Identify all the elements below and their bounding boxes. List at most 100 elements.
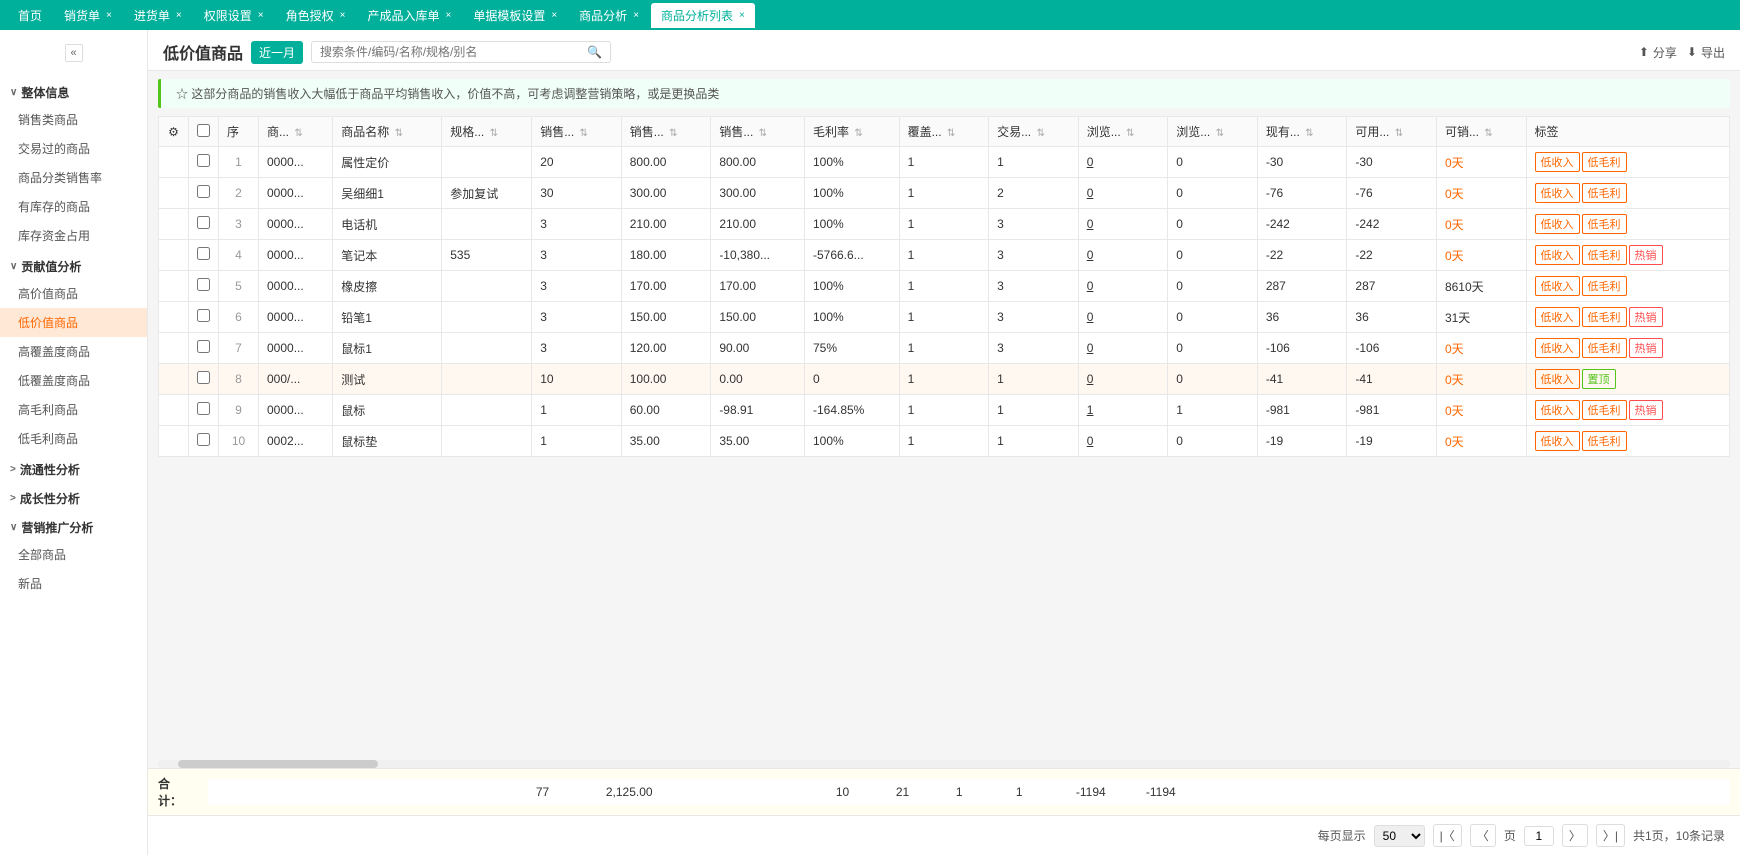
row-checkbox[interactable] [197, 278, 210, 291]
browse-value[interactable]: 0 [1087, 434, 1094, 448]
row-checkbox[interactable] [197, 402, 210, 415]
horizontal-scrollbar[interactable] [158, 760, 1730, 768]
nav-template[interactable]: 单据模板设置 × [463, 3, 567, 28]
th-sales3[interactable]: 销售... ⇅ [711, 117, 805, 147]
search-icon[interactable]: 🔍 [587, 45, 602, 59]
browse-value[interactable]: 0 [1087, 310, 1094, 324]
sidebar-item-stock-funds[interactable]: 库存资金占用 [0, 221, 147, 250]
th-stock[interactable]: 现有... ⇅ [1257, 117, 1347, 147]
export-button[interactable]: ⬇ 导出 [1687, 44, 1725, 61]
nav-purchase[interactable]: 进货单 × [124, 3, 192, 28]
sidebar-item-category-rate[interactable]: 商品分类销售率 [0, 163, 147, 192]
th-browse2[interactable]: 浏览... ⇅ [1168, 117, 1258, 147]
search-box: 🔍 [311, 41, 611, 63]
close-icon[interactable]: × [176, 10, 182, 21]
browse-value[interactable]: 0 [1087, 155, 1094, 169]
close-icon[interactable]: × [445, 10, 451, 21]
th-sales2[interactable]: 销售... ⇅ [621, 117, 711, 147]
close-icon[interactable]: × [739, 10, 745, 21]
sidebar-item-stock-products[interactable]: 有库存的商品 [0, 192, 147, 221]
select-all-checkbox[interactable] [197, 124, 210, 137]
filter-recent-month[interactable]: 近一月 [251, 41, 303, 64]
browse-value[interactable]: 0 [1087, 372, 1094, 386]
td-sales3: -10,380... [711, 240, 805, 271]
th-sales1[interactable]: 销售... ⇅ [532, 117, 622, 147]
sidebar-section-contribution[interactable]: ∨ 贡献值分析 [0, 250, 147, 279]
collapse-button[interactable]: « [65, 44, 83, 62]
th-code[interactable]: 商... ⇅ [259, 117, 333, 147]
page-number-input[interactable] [1524, 826, 1554, 846]
sidebar-item-low-value[interactable]: 低价值商品 [0, 308, 147, 337]
sidebar-item-sales-products[interactable]: 销售类商品 [0, 105, 147, 134]
product-tag: 低收入 [1535, 276, 1580, 296]
th-profit[interactable]: 毛利率 ⇅ [804, 117, 899, 147]
sidebar-item-all-products[interactable]: 全部商品 [0, 540, 147, 569]
row-checkbox[interactable] [197, 216, 210, 229]
td-sales3: 800.00 [711, 147, 805, 178]
nav-sales[interactable]: 销货单 × [54, 3, 122, 28]
sidebar-section-flow[interactable]: > 流通性分析 [0, 453, 147, 482]
sidebar-item-traded-products[interactable]: 交易过的商品 [0, 134, 147, 163]
td-browse1: 0 [1078, 426, 1168, 457]
next-page-button[interactable]: 〉 [1562, 824, 1588, 847]
prev-page-button[interactable]: 〈 [1470, 824, 1496, 847]
row-checkbox[interactable] [197, 247, 210, 260]
row-checkbox[interactable] [197, 309, 210, 322]
row-checkbox[interactable] [197, 371, 210, 384]
row-checkbox[interactable] [197, 433, 210, 446]
search-input[interactable] [320, 45, 583, 59]
browse-value[interactable]: 0 [1087, 341, 1094, 355]
sidebar-item-high-value[interactable]: 高价值商品 [0, 279, 147, 308]
sidebar-item-new-products[interactable]: 新品 [0, 569, 147, 598]
sidebar-section-growth[interactable]: > 成长性分析 [0, 482, 147, 511]
td-tags: 低收入低毛利 [1526, 209, 1729, 240]
browse-value[interactable]: 0 [1087, 186, 1094, 200]
td-num: 4 [219, 240, 259, 271]
page-size-select[interactable]: 50 20 100 [1374, 825, 1425, 847]
th-trade[interactable]: 交易... ⇅ [989, 117, 1079, 147]
last-page-button[interactable]: 〉| [1596, 824, 1625, 847]
nav-permission[interactable]: 权限设置 × [194, 3, 274, 28]
nav-product-in[interactable]: 产成品入库单 × [357, 3, 461, 28]
row-checkbox[interactable] [197, 185, 210, 198]
close-icon[interactable]: × [258, 10, 264, 21]
close-icon[interactable]: × [106, 10, 112, 21]
nav-analysis-list[interactable]: 商品分析列表 × [651, 3, 755, 28]
nav-product-analysis[interactable]: 商品分析 × [569, 3, 649, 28]
sidebar-item-low-coverage[interactable]: 低覆盖度商品 [0, 366, 147, 395]
nav-home[interactable]: 首页 [8, 3, 52, 28]
browse-value[interactable]: 0 [1087, 217, 1094, 231]
share-button[interactable]: ⬆ 分享 [1639, 44, 1677, 61]
td-browse1: 0 [1078, 209, 1168, 240]
close-icon[interactable]: × [551, 10, 557, 21]
sidebar-section-marketing[interactable]: ∨ 营销推广分析 [0, 511, 147, 540]
scrollbar-thumb[interactable] [178, 760, 378, 768]
th-checkbox [189, 117, 219, 147]
th-browse1[interactable]: 浏览... ⇅ [1078, 117, 1168, 147]
sidebar-section-overall[interactable]: ∨ 整体信息 [0, 76, 147, 105]
row-checkbox[interactable] [197, 340, 210, 353]
browse-value[interactable]: 0 [1087, 248, 1094, 262]
th-name[interactable]: 商品名称 ⇅ [333, 117, 442, 147]
th-coverage[interactable]: 覆盖... ⇅ [899, 117, 989, 147]
td-coverage: 1 [899, 271, 989, 302]
th-sellable[interactable]: 可销... ⇅ [1436, 117, 1526, 147]
th-gear[interactable]: ⚙ [159, 117, 189, 147]
td-name: 笔记本 [333, 240, 442, 271]
product-tag: 低毛利 [1582, 183, 1627, 203]
td-code: 0000... [259, 395, 333, 426]
th-spec[interactable]: 规格... ⇅ [442, 117, 532, 147]
product-tag: 热销 [1629, 338, 1663, 358]
nav-role[interactable]: 角色授权 × [276, 3, 356, 28]
browse-value[interactable]: 1 [1087, 403, 1094, 417]
browse-value[interactable]: 0 [1087, 279, 1094, 293]
row-checkbox[interactable] [197, 154, 210, 167]
th-avail[interactable]: 可用... ⇅ [1347, 117, 1437, 147]
close-icon[interactable]: × [340, 10, 346, 21]
first-page-button[interactable]: |〈 [1433, 824, 1462, 847]
td-name: 吴细细1 [333, 178, 442, 209]
close-icon[interactable]: × [633, 10, 639, 21]
sidebar-item-high-margin[interactable]: 高毛利商品 [0, 395, 147, 424]
sidebar-item-high-coverage[interactable]: 高覆盖度商品 [0, 337, 147, 366]
sidebar-item-low-margin[interactable]: 低毛利商品 [0, 424, 147, 453]
